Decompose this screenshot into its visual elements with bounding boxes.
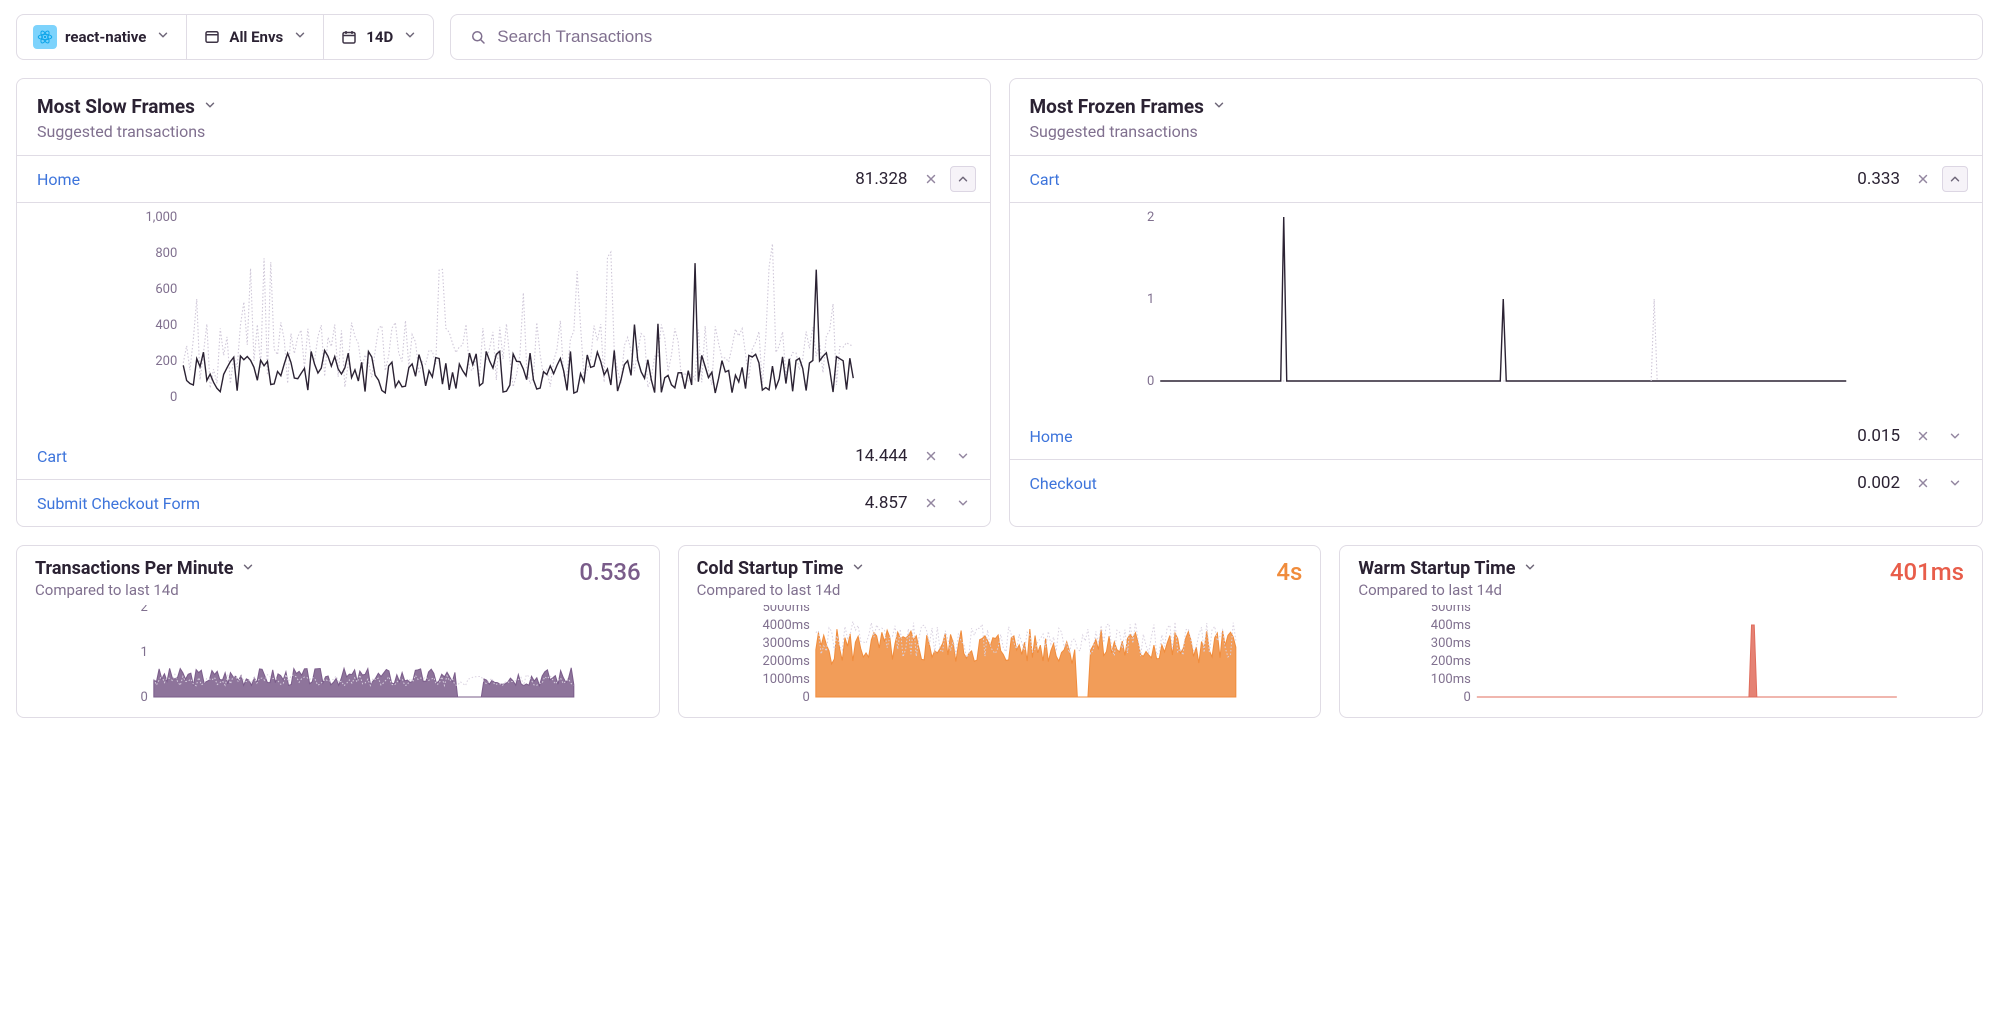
warm-startup-card: Warm Startup Time Compared to last 14d 4… [1339,545,1983,718]
transaction-link[interactable]: Submit Checkout Form [37,494,200,513]
svg-text:300ms: 300ms [1431,636,1471,651]
metric-value: 81.328 [855,169,907,189]
chevron-down-icon [156,28,170,46]
svg-text:3000ms: 3000ms [762,636,810,651]
stat-value: 401ms [1890,558,1964,586]
search-bar[interactable] [450,14,1983,60]
frozen-frames-chart: 0 1 2 [1010,203,1983,413]
svg-text:1: 1 [1146,292,1153,307]
stat-value: 0.536 [579,558,640,586]
most-slow-frames-card: Most Slow Frames Suggested transactions … [16,78,991,527]
svg-text:500ms: 500ms [1431,605,1471,615]
svg-text:0: 0 [802,690,809,705]
react-icon [33,25,57,49]
metric-value: 0.015 [1857,426,1900,446]
svg-text:600: 600 [155,282,177,297]
table-row: Submit Checkout Form 4.857 [17,480,990,526]
svg-text:200: 200 [155,354,177,369]
project-label: react-native [65,28,146,46]
env-label: All Envs [229,28,283,46]
dismiss-button[interactable] [1910,470,1936,496]
warm-startup-chart: 0 100ms 200ms 300ms 400ms 500ms [1358,605,1964,709]
dismiss-button[interactable] [918,490,944,516]
cold-startup-card: Cold Startup Time Compared to last 14d 4… [678,545,1322,718]
collapse-button[interactable] [1942,166,1968,192]
dismiss-button[interactable] [1910,166,1936,192]
svg-text:2000ms: 2000ms [762,654,810,669]
most-frozen-frames-card: Most Frozen Frames Suggested transaction… [1009,78,1984,527]
expand-button[interactable] [1942,470,1968,496]
transaction-link[interactable]: Checkout [1030,474,1097,493]
search-input[interactable] [497,27,1964,47]
metric-value: 4.857 [865,493,908,513]
chevron-down-icon [293,28,307,46]
card-subtitle: Suggested transactions [37,122,970,141]
search-icon [469,28,487,46]
svg-text:400ms: 400ms [1431,618,1471,633]
svg-text:2: 2 [1146,211,1153,225]
table-row: Home 81.328 [17,156,990,203]
period-selector[interactable]: 14D [323,15,433,59]
chevron-down-icon [1212,98,1226,116]
table-row: Checkout 0.002 [1010,460,1983,506]
calendar-icon [340,28,358,46]
slow-frames-chart: 0 200 400 600 800 1,000 [17,203,990,433]
svg-text:2: 2 [141,605,148,615]
cold-startup-chart: 0 1000ms 2000ms 3000ms 4000ms 5000ms [697,605,1303,709]
chevron-down-icon [851,560,865,578]
svg-text:400: 400 [155,318,177,333]
filter-bar: react-native All Envs 14D [16,14,434,60]
svg-text:1000ms: 1000ms [762,672,810,687]
chevron-down-icon [403,28,417,46]
stat-value: 4s [1276,558,1302,586]
svg-text:100ms: 100ms [1431,672,1471,687]
metric-value: 0.333 [1857,169,1900,189]
svg-text:0: 0 [141,690,148,705]
chevron-down-icon [203,98,217,116]
env-selector[interactable]: All Envs [186,15,323,59]
tpm-card: Transactions Per Minute Compared to last… [16,545,660,718]
svg-text:1: 1 [141,645,148,660]
card-title-frozen[interactable]: Most Frozen Frames [1030,95,1963,118]
chevron-down-icon [1523,560,1537,578]
transaction-link[interactable]: Cart [37,447,67,466]
window-icon [203,28,221,46]
svg-text:4000ms: 4000ms [762,618,810,633]
stat-title[interactable]: Transactions Per Minute [35,558,255,579]
transaction-link[interactable]: Home [37,170,80,189]
table-row: Cart 0.333 [1010,156,1983,203]
project-selector[interactable]: react-native [17,15,186,59]
svg-text:0: 0 [1146,374,1153,389]
expand-button[interactable] [950,443,976,469]
expand-button[interactable] [1942,423,1968,449]
expand-button[interactable] [950,490,976,516]
period-label: 14D [366,28,393,46]
svg-text:0: 0 [1464,690,1471,705]
stat-subtitle: Compared to last 14d [35,581,255,599]
svg-text:1,000: 1,000 [145,211,177,225]
transaction-link[interactable]: Cart [1030,170,1060,189]
dismiss-button[interactable] [918,443,944,469]
card-subtitle: Suggested transactions [1030,122,1963,141]
transaction-link[interactable]: Home [1030,427,1073,446]
svg-text:0: 0 [170,390,177,405]
stat-title[interactable]: Warm Startup Time [1358,558,1537,579]
dismiss-button[interactable] [918,166,944,192]
tpm-chart: 0 1 2 [35,605,641,709]
stat-title[interactable]: Cold Startup Time [697,558,866,579]
dismiss-button[interactable] [1910,423,1936,449]
stat-subtitle: Compared to last 14d [1358,581,1537,599]
card-title-slow[interactable]: Most Slow Frames [37,95,970,118]
svg-text:800: 800 [155,246,177,261]
svg-text:5000ms: 5000ms [762,605,810,615]
stat-subtitle: Compared to last 14d [697,581,866,599]
table-row: Home 0.015 [1010,413,1983,460]
svg-text:200ms: 200ms [1431,654,1471,669]
collapse-button[interactable] [950,166,976,192]
chevron-down-icon [241,560,255,578]
metric-value: 14.444 [855,446,907,466]
metric-value: 0.002 [1857,473,1900,493]
table-row: Cart 14.444 [17,433,990,480]
